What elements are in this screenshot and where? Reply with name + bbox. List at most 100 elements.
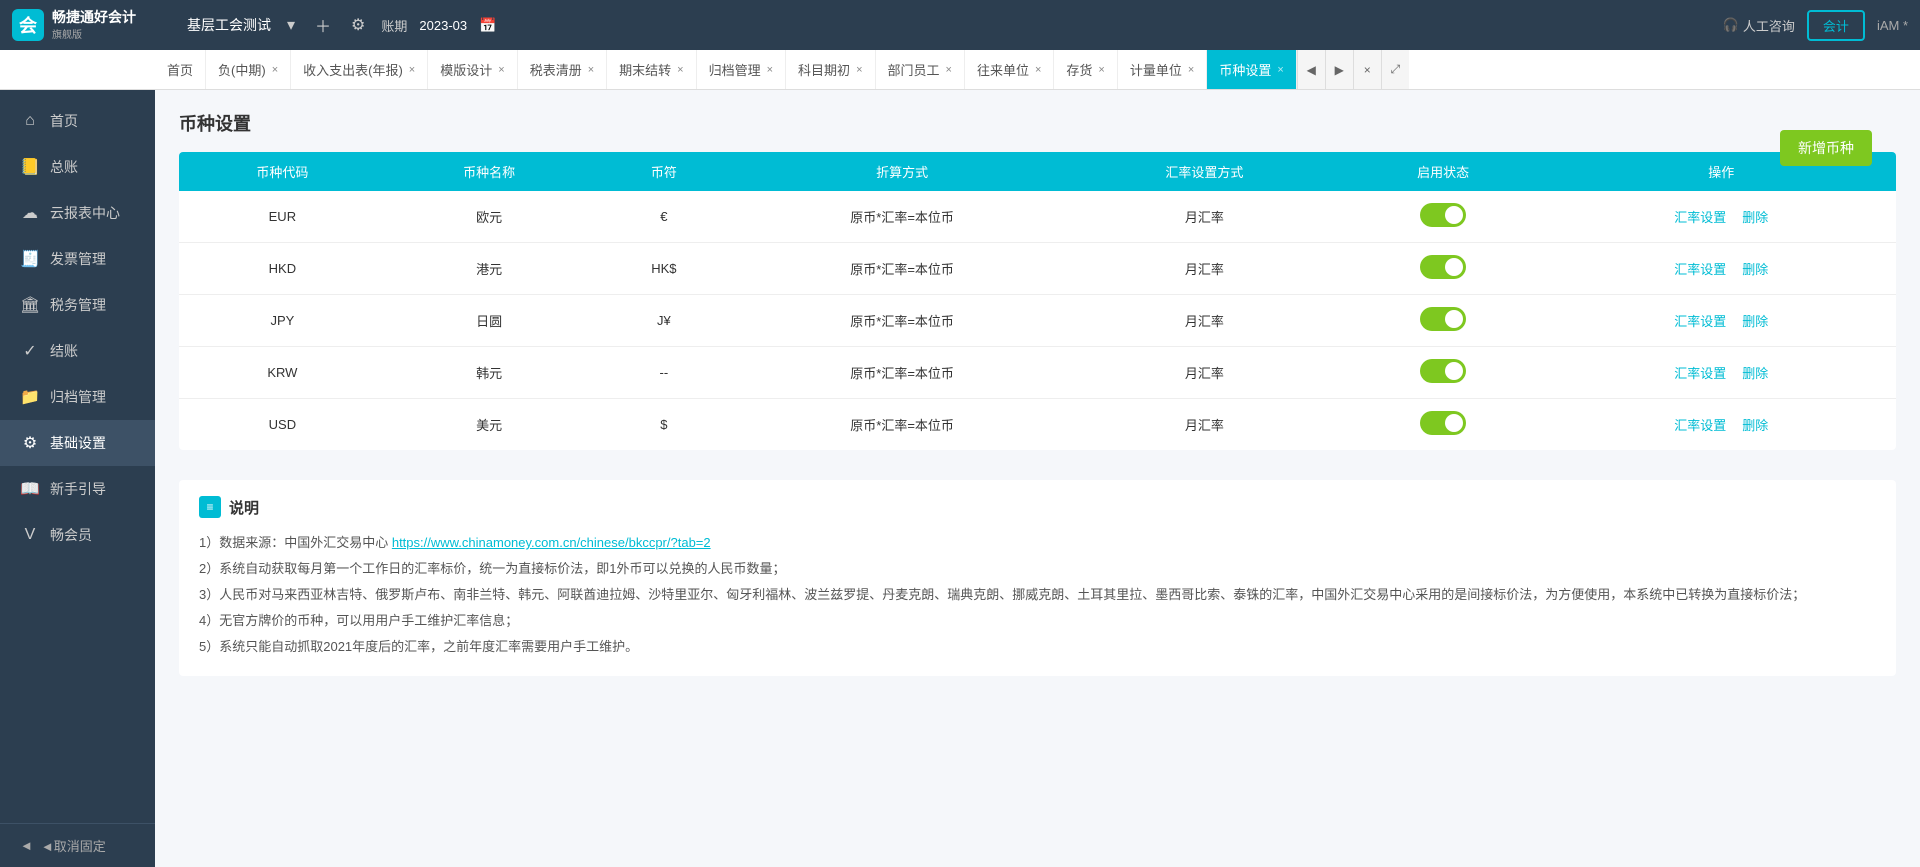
tab-[interactable]: 期末结转× xyxy=(607,50,696,90)
tab-label: 计量单位 xyxy=(1130,60,1182,79)
tab-close-icon[interactable]: × xyxy=(946,64,952,76)
note-url-link[interactable]: https://www.chinamoney.com.cn/chinese/bk… xyxy=(392,535,711,550)
tab-[interactable]: 收入支出表(年报) × xyxy=(291,50,428,90)
tab-close-icon[interactable]: × xyxy=(409,64,415,76)
toggle-enabled[interactable] xyxy=(1420,411,1466,435)
tab-close-icon[interactable]: × xyxy=(856,64,862,76)
currency-table: 币种代码币种名称币符折算方式汇率设置方式启用状态操作 EUR欧元€原币*汇率=本… xyxy=(179,152,1896,450)
toggle-enabled[interactable] xyxy=(1420,307,1466,331)
tab-close-icon[interactable]: × xyxy=(498,64,504,76)
sidebar-bottom: ◄ ◄取消固定 xyxy=(0,823,155,867)
toggle-enabled[interactable] xyxy=(1420,203,1466,227)
sidebar-label: 新手引导 xyxy=(50,479,106,499)
sidebar-item-首页[interactable]: ⌂首页 xyxy=(0,98,155,144)
tab-label: 税表清册 xyxy=(530,60,582,79)
sidebar: ⌂首页📒总账☁云报表中心🧾发票管理🏛税务管理✓结账📁归档管理⚙基础设置📖新手引导… xyxy=(0,90,155,867)
sidebar-footer-pin[interactable]: ◄ ◄取消固定 xyxy=(0,824,155,867)
cell-actions: 汇率设置 删除 xyxy=(1546,191,1896,243)
page-title: 币种设置 xyxy=(179,110,1896,136)
cell-symbol: $ xyxy=(592,399,735,451)
cell-calc: 原币*汇率=本位币 xyxy=(735,191,1069,243)
tab-label: 存货 xyxy=(1066,60,1092,79)
tab-[interactable]: 币种设置× xyxy=(1207,50,1296,90)
tab-close-icon[interactable]: × xyxy=(1188,64,1194,76)
tab-[interactable]: 往来单位× xyxy=(965,50,1054,90)
tab-close-icon[interactable]: × xyxy=(272,64,278,76)
tab-close-icon[interactable]: × xyxy=(1098,64,1104,76)
tab-expand-btn[interactable]: ⤢ xyxy=(1381,50,1409,90)
sidebar-item-发票管理[interactable]: 🧾发票管理 xyxy=(0,236,155,282)
tab-[interactable]: 首页 xyxy=(155,50,206,90)
note-item: 4）无官方牌价的币种，可以用用户手工维护汇率信息； xyxy=(199,608,1876,634)
note-item: 2）系统自动获取每月第一个工作日的汇率标价，统一为直接标价法，即1外币可以兑换的… xyxy=(199,556,1876,582)
tab-[interactable]: 科目期初× xyxy=(786,50,875,90)
delete-link[interactable]: 删除 xyxy=(1742,366,1768,381)
sidebar-label: 税务管理 xyxy=(50,295,106,315)
col-header-汇率设置方式: 汇率设置方式 xyxy=(1069,152,1340,191)
cell-toggle xyxy=(1340,243,1547,295)
cell-toggle xyxy=(1340,399,1547,451)
sidebar-item-税务管理[interactable]: 🏛税务管理 xyxy=(0,282,155,328)
rate-setting-link[interactable]: 汇率设置 xyxy=(1674,314,1726,329)
sidebar-item-新手引导[interactable]: 📖新手引导 xyxy=(0,466,155,512)
tab-close-all-btn[interactable]: × xyxy=(1353,50,1381,90)
tab-close-icon[interactable]: × xyxy=(588,64,594,76)
sidebar-label: 基础设置 xyxy=(50,433,106,453)
toggle-enabled[interactable] xyxy=(1420,255,1466,279)
tab-[interactable]: 模版设计× xyxy=(428,50,517,90)
cell-symbol: € xyxy=(592,191,735,243)
rate-setting-link[interactable]: 汇率设置 xyxy=(1674,262,1726,277)
delete-link[interactable]: 删除 xyxy=(1742,262,1768,277)
calendar-icon[interactable]: 📅 xyxy=(479,17,496,34)
rate-setting-link[interactable]: 汇率设置 xyxy=(1674,366,1726,381)
cell-actions: 汇率设置 删除 xyxy=(1546,243,1896,295)
cell-code: HKD xyxy=(179,243,386,295)
table-row: USD美元$原币*汇率=本位币月汇率汇率设置删除 xyxy=(179,399,1896,451)
sidebar-label: 结账 xyxy=(50,341,78,361)
company-name[interactable]: 基层工会测试 xyxy=(187,15,271,35)
notes-section: ≡ 说明 1）数据来源：中国外汇交易中心 https://www.chinamo… xyxy=(179,480,1896,676)
delete-link[interactable]: 删除 xyxy=(1742,210,1768,225)
settings-icon[interactable]: ⚙ xyxy=(347,11,369,39)
sidebar-item-归档管理[interactable]: 📁归档管理 xyxy=(0,374,155,420)
tab-label: 首页 xyxy=(167,60,193,79)
col-header-币种代码: 币种代码 xyxy=(179,152,386,191)
sidebar-item-总账[interactable]: 📒总账 xyxy=(0,144,155,190)
tab-[interactable]: 税表清册 × xyxy=(518,50,607,90)
delete-link[interactable]: 删除 xyxy=(1742,418,1768,433)
iam-label: iAM * xyxy=(1877,18,1908,33)
sidebar-item-云报表中心[interactable]: ☁云报表中心 xyxy=(0,190,155,236)
new-currency-btn[interactable]: 新增币种 xyxy=(1780,130,1872,166)
tab-[interactable]: 计量单位 × xyxy=(1118,50,1207,90)
tab-[interactable]: 负(中期)× xyxy=(206,50,291,90)
tab-[interactable]: 部门员工× xyxy=(876,50,965,90)
sidebar-item-基础设置[interactable]: ⚙基础设置 xyxy=(0,420,155,466)
note-item: 3）人民币对马来西亚林吉特、俄罗斯卢布、南非兰特、韩元、阿联酋迪拉姆、沙特里亚尔… xyxy=(199,582,1876,608)
rate-setting-link[interactable]: 汇率设置 xyxy=(1674,210,1726,225)
tab-close-icon[interactable]: × xyxy=(1277,64,1283,76)
sidebar-icon: V xyxy=(20,526,40,544)
rate-setting-link[interactable]: 汇率设置 xyxy=(1674,418,1726,433)
account-btn[interactable]: 会计 xyxy=(1807,10,1865,41)
tab-prev-btn[interactable]: ◀ xyxy=(1297,50,1325,90)
dropdown-icon[interactable]: ▾ xyxy=(283,11,299,39)
table-row: KRW韩元--原币*汇率=本位币月汇率汇率设置删除 xyxy=(179,347,1896,399)
tab-label: 收入支出表(年报) xyxy=(303,60,403,79)
toggle-enabled[interactable] xyxy=(1420,359,1466,383)
tab-close-icon[interactable]: × xyxy=(767,64,773,76)
tab-[interactable]: 存货 × xyxy=(1054,50,1117,90)
tab-[interactable]: 归档管理× xyxy=(697,50,786,90)
add-tab-btn[interactable]: ＋ xyxy=(311,9,335,41)
cell-code: JPY xyxy=(179,295,386,347)
cell-rate-type: 月汇率 xyxy=(1069,243,1340,295)
sidebar-item-畅会员[interactable]: V畅会员 xyxy=(0,512,155,558)
notes-list: 1）数据来源：中国外汇交易中心 https://www.chinamoney.c… xyxy=(199,530,1876,660)
tab-close-icon[interactable]: × xyxy=(1035,64,1041,76)
tab-close-icon[interactable]: × xyxy=(677,64,683,76)
table-row: JPY日圆J¥原币*汇率=本位币月汇率汇率设置删除 xyxy=(179,295,1896,347)
sidebar-item-结账[interactable]: ✓结账 xyxy=(0,328,155,374)
delete-link[interactable]: 删除 xyxy=(1742,314,1768,329)
service-btn[interactable]: 🎧 人工咨询 xyxy=(1723,16,1795,35)
tab-next-btn[interactable]: ▶ xyxy=(1325,50,1353,90)
cell-actions: 汇率设置 删除 xyxy=(1546,295,1896,347)
